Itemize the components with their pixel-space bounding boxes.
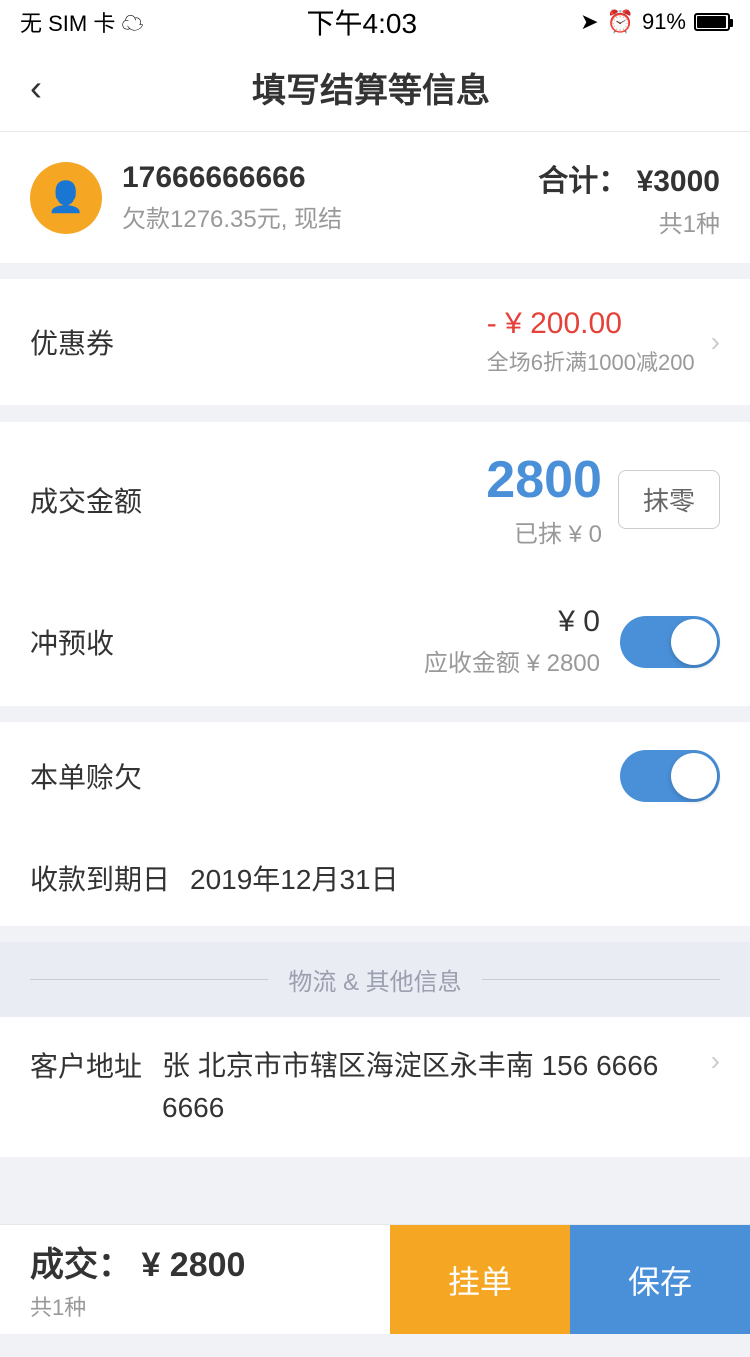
status-bar: 无 SIM 卡 ☁ 下午4:03 ➤ ⏰ 91% [0, 0, 750, 44]
customer-card: 👤 17666666666 欠款1276.35元, 现结 合计： ¥3000 共… [0, 132, 750, 263]
total-value: ¥3000 [637, 165, 720, 198]
prepay-label: 冲预收 [30, 622, 114, 662]
deal-amount: 2800 [486, 450, 602, 510]
deal-value-area: 2800 已抹 ¥ 0 [486, 450, 602, 549]
customer-sub: 欠款1276.35元, 现结 [122, 199, 342, 234]
footer-deal-value: ¥ 2800 [141, 1246, 245, 1284]
address-row[interactable]: 客户地址 张 北京市市辖区海淀区永丰南 156 6666 6666 › [0, 1017, 750, 1157]
location-icon: ➤ [580, 9, 598, 35]
back-button[interactable]: ‹ [30, 67, 42, 109]
status-left: 无 SIM 卡 ☁ [20, 6, 143, 38]
coupon-row[interactable]: 优惠券 - ¥ 200.00 全场6折满1000减200 › [0, 279, 750, 406]
status-time: 下午4:03 [307, 2, 418, 42]
battery-percent: 91% [642, 9, 686, 35]
credit-row: 本单赊欠 [0, 722, 750, 830]
total-count: 共1种 [538, 204, 720, 239]
coupon-amount: - ¥ 200.00 [487, 307, 695, 341]
section-divider-3 [0, 926, 750, 942]
due-label: 收款到期日 [30, 858, 170, 898]
footer-count: 共1种 [30, 1290, 360, 1322]
address-label: 客户地址 [30, 1045, 142, 1085]
coupon-label: 优惠券 [30, 322, 114, 362]
section-line-right [482, 979, 720, 980]
due-value: 2019年12月31日 [190, 858, 399, 898]
footer-info: 成交： ¥ 2800 共1种 [0, 1225, 390, 1334]
due-date-row: 收款到期日 2019年12月31日 [0, 830, 750, 926]
round-zero-button[interactable]: 抹零 [618, 470, 720, 529]
section-line-left [30, 979, 268, 980]
logistics-label: 物流 & 其他信息 [288, 962, 461, 997]
toggle-knob [671, 619, 717, 665]
coupon-right: - ¥ 200.00 全场6折满1000减200 › [487, 307, 720, 377]
deal-amount-row: 成交金额 2800 已抹 ¥ 0 抹零 [0, 422, 750, 577]
customer-row: 👤 17666666666 欠款1276.35元, 现结 合计： ¥3000 共… [0, 132, 750, 263]
nav-bar: ‹ 填写结算等信息 [0, 44, 750, 132]
prepay-right: ¥ 0 应收金额 ¥ 2800 [424, 605, 720, 678]
credit-label: 本单赊欠 [30, 756, 142, 796]
deal-label: 成交金额 [30, 480, 142, 520]
save-button[interactable]: 保存 [570, 1225, 750, 1334]
footer-deal-label: 成交： [30, 1246, 132, 1284]
prepay-value: ¥ 0 [424, 605, 600, 639]
deal-sub: 已抹 ¥ 0 [486, 514, 602, 549]
address-value: 张 北京市市辖区海淀区永丰南 156 6666 6666 [162, 1045, 683, 1129]
credit-toggle[interactable] [620, 750, 720, 802]
prepay-value-area: ¥ 0 应收金额 ¥ 2800 [424, 605, 600, 678]
deal-right: 2800 已抹 ¥ 0 抹零 [486, 450, 720, 549]
address-chevron-icon: › [711, 1045, 720, 1077]
section-divider-1 [0, 406, 750, 422]
status-right: ➤ ⏰ 91% [580, 9, 730, 35]
prepay-toggle[interactable] [620, 616, 720, 668]
coupon-value-area: - ¥ 200.00 全场6折满1000减200 [487, 307, 695, 377]
avatar: 👤 [30, 162, 102, 234]
total-label: 合计： [538, 165, 628, 198]
hang-button[interactable]: 挂单 [390, 1225, 570, 1334]
page-title: 填写结算等信息 [62, 63, 680, 112]
no-sim-label: 无 SIM 卡 ☁ [20, 6, 143, 38]
customer-right: 合计： ¥3000 共1种 [538, 156, 720, 239]
coupon-chevron-icon: › [711, 326, 720, 358]
customer-info: 17666666666 欠款1276.35元, 现结 [122, 161, 342, 234]
alarm-icon: ⏰ [607, 9, 634, 35]
avatar-icon: 👤 [47, 180, 84, 215]
battery-icon [694, 13, 730, 31]
logistics-section: 物流 & 其他信息 [0, 942, 750, 1017]
prepay-row: 冲预收 ¥ 0 应收金额 ¥ 2800 [0, 577, 750, 706]
customer-phone: 17666666666 [122, 161, 342, 195]
coupon-desc: 全场6折满1000减200 [487, 345, 695, 377]
prepay-sub: 应收金额 ¥ 2800 [424, 643, 600, 678]
total-amount: 合计： ¥3000 [538, 156, 720, 200]
footer-deal-amount: 成交： ¥ 2800 [30, 1237, 360, 1286]
section-divider-2 [0, 706, 750, 722]
customer-left: 👤 17666666666 欠款1276.35元, 现结 [30, 161, 342, 234]
footer: 成交： ¥ 2800 共1种 挂单 保存 [0, 1224, 750, 1334]
credit-toggle-knob [671, 753, 717, 799]
